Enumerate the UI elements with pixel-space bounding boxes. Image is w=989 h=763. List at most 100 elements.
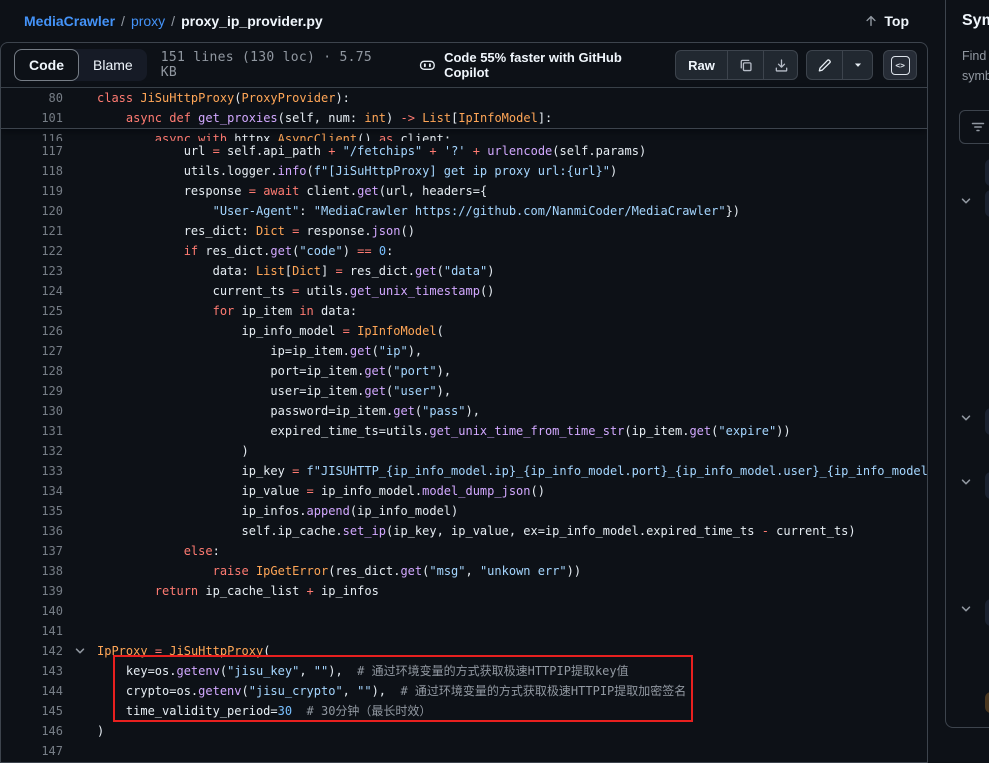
code-line: 131 expired_time_ts=utils.get_unix_time_…: [1, 421, 927, 441]
fold-gutter: [63, 141, 97, 161]
chevron-down-icon[interactable]: [960, 602, 976, 618]
chevron-down-icon[interactable]: [960, 194, 976, 210]
back-to-top-link[interactable]: Top: [864, 13, 909, 29]
code-text: async with httpx.AsyncClient() as client…: [97, 129, 451, 141]
code-line: 119 response = await client.get(url, hea…: [1, 181, 927, 201]
code-line: 133 ip_key = f"JISUHTTP_{ip_info_model.i…: [1, 461, 927, 481]
line-number[interactable]: 147: [1, 741, 63, 761]
arrow-up-icon: [864, 14, 878, 28]
code-text: url = self.api_path + "/fetchips" + '?' …: [97, 141, 646, 161]
fold-gutter: [63, 681, 97, 701]
line-number[interactable]: 122: [1, 241, 63, 261]
line-number[interactable]: 121: [1, 221, 63, 241]
chevron-down-icon[interactable]: [960, 411, 976, 427]
line-number[interactable]: 125: [1, 301, 63, 321]
code-text: if res_dict.get("code") == 0:: [97, 241, 393, 261]
raw-button[interactable]: Raw: [676, 51, 727, 79]
code-blame-switch: Code Blame: [14, 49, 147, 81]
fold-gutter: [63, 181, 97, 201]
edit-dropdown-button[interactable]: [842, 51, 873, 79]
line-number[interactable]: 101: [1, 108, 63, 128]
symbol-chip[interactable]: [985, 190, 989, 217]
line-number[interactable]: 119: [1, 181, 63, 201]
fold-gutter: [63, 221, 97, 241]
code-text: ip_info_model = IpInfoModel(: [97, 321, 444, 341]
fold-gutter: [63, 241, 97, 261]
line-number[interactable]: 129: [1, 381, 63, 401]
code-text: return ip_cache_list + ip_infos: [97, 581, 379, 601]
line-number[interactable]: 140: [1, 601, 63, 621]
fold-gutter: [63, 281, 97, 301]
code-line: 139 return ip_cache_list + ip_infos: [1, 581, 927, 601]
line-number[interactable]: 116: [1, 129, 63, 141]
symbols-panel-toggle-button[interactable]: <>: [883, 50, 917, 80]
raw-copy-download-group: Raw: [675, 50, 798, 80]
line-number[interactable]: 139: [1, 581, 63, 601]
code-line: 138 raise IpGetError(res_dict.get("msg",…: [1, 561, 927, 581]
line-number[interactable]: 126: [1, 321, 63, 341]
breadcrumb-repo-link[interactable]: MediaCrawler: [24, 13, 115, 29]
line-number[interactable]: 120: [1, 201, 63, 221]
line-number[interactable]: 124: [1, 281, 63, 301]
code-text: class JiSuHttpProxy(ProxyProvider):: [97, 88, 350, 108]
fold-gutter: [63, 341, 97, 361]
symbol-chip[interactable]: [985, 159, 989, 186]
code-text: key=os.getenv("jisu_key", ""), # 通过环境变量的…: [97, 661, 629, 681]
code-line: 137 else:: [1, 541, 927, 561]
symbol-chip[interactable]: [985, 472, 989, 499]
line-number[interactable]: 134: [1, 481, 63, 501]
line-number[interactable]: 132: [1, 441, 63, 461]
line-number[interactable]: 141: [1, 621, 63, 641]
code-line: 121 res_dict: Dict = response.json(): [1, 221, 927, 241]
symbol-chip-highlighted[interactable]: [985, 692, 989, 713]
code-text: ): [97, 441, 249, 461]
code-line: 134 ip_value = ip_info_model.model_dump_…: [1, 481, 927, 501]
line-number[interactable]: 128: [1, 361, 63, 381]
code-text: port=ip_item.get("port"),: [97, 361, 451, 381]
line-number[interactable]: 144: [1, 681, 63, 701]
line-number[interactable]: 146: [1, 721, 63, 741]
line-number[interactable]: 136: [1, 521, 63, 541]
code-text: response = await client.get(url, headers…: [97, 181, 487, 201]
line-number[interactable]: 137: [1, 541, 63, 561]
fold-gutter: [63, 88, 97, 108]
tab-code[interactable]: Code: [14, 49, 79, 81]
fold-gutter: [63, 421, 97, 441]
line-number[interactable]: 118: [1, 161, 63, 181]
line-number[interactable]: 145: [1, 701, 63, 721]
breadcrumb-dir-link[interactable]: proxy: [131, 13, 165, 29]
breadcrumb-separator: /: [171, 13, 175, 29]
fold-gutter: [63, 581, 97, 601]
code-view: 80 class JiSuHttpProxy(ProxyProvider): 101…: [1, 88, 927, 761]
line-number[interactable]: 133: [1, 461, 63, 481]
symbol-chip[interactable]: [985, 408, 989, 435]
fold-gutter: [63, 661, 97, 681]
line-number[interactable]: 131: [1, 421, 63, 441]
line-number[interactable]: 143: [1, 661, 63, 681]
code-line: 146): [1, 721, 927, 741]
chevron-down-icon[interactable]: [960, 475, 976, 491]
code-text: ip_key = f"JISUHTTP_{ip_info_model.ip}_{…: [97, 461, 928, 481]
code-line: 141: [1, 621, 927, 641]
line-number[interactable]: 117: [1, 141, 63, 161]
code-line: 117 url = self.api_path + "/fetchips" + …: [1, 141, 927, 161]
line-number[interactable]: 127: [1, 341, 63, 361]
fold-chevron-icon[interactable]: [63, 641, 97, 661]
fold-gutter: [63, 561, 97, 581]
edit-file-button[interactable]: [807, 51, 842, 79]
line-number[interactable]: 80: [1, 88, 63, 108]
symbol-chip[interactable]: [985, 599, 989, 626]
fold-gutter: [63, 201, 97, 221]
line-number[interactable]: 130: [1, 401, 63, 421]
line-number[interactable]: 123: [1, 261, 63, 281]
copy-raw-button[interactable]: [727, 51, 763, 79]
symbols-panel: Symbols Find definitions and references …: [945, 0, 989, 728]
line-number[interactable]: 142: [1, 641, 63, 661]
code-line: 120 "User-Agent": "MediaCrawler https://…: [1, 201, 927, 221]
line-number[interactable]: 138: [1, 561, 63, 581]
code-text: ip=ip_item.get("ip"),: [97, 341, 422, 361]
symbols-filter-input[interactable]: [959, 110, 989, 144]
line-number[interactable]: 135: [1, 501, 63, 521]
download-raw-button[interactable]: [763, 51, 798, 79]
tab-blame[interactable]: Blame: [79, 49, 147, 81]
